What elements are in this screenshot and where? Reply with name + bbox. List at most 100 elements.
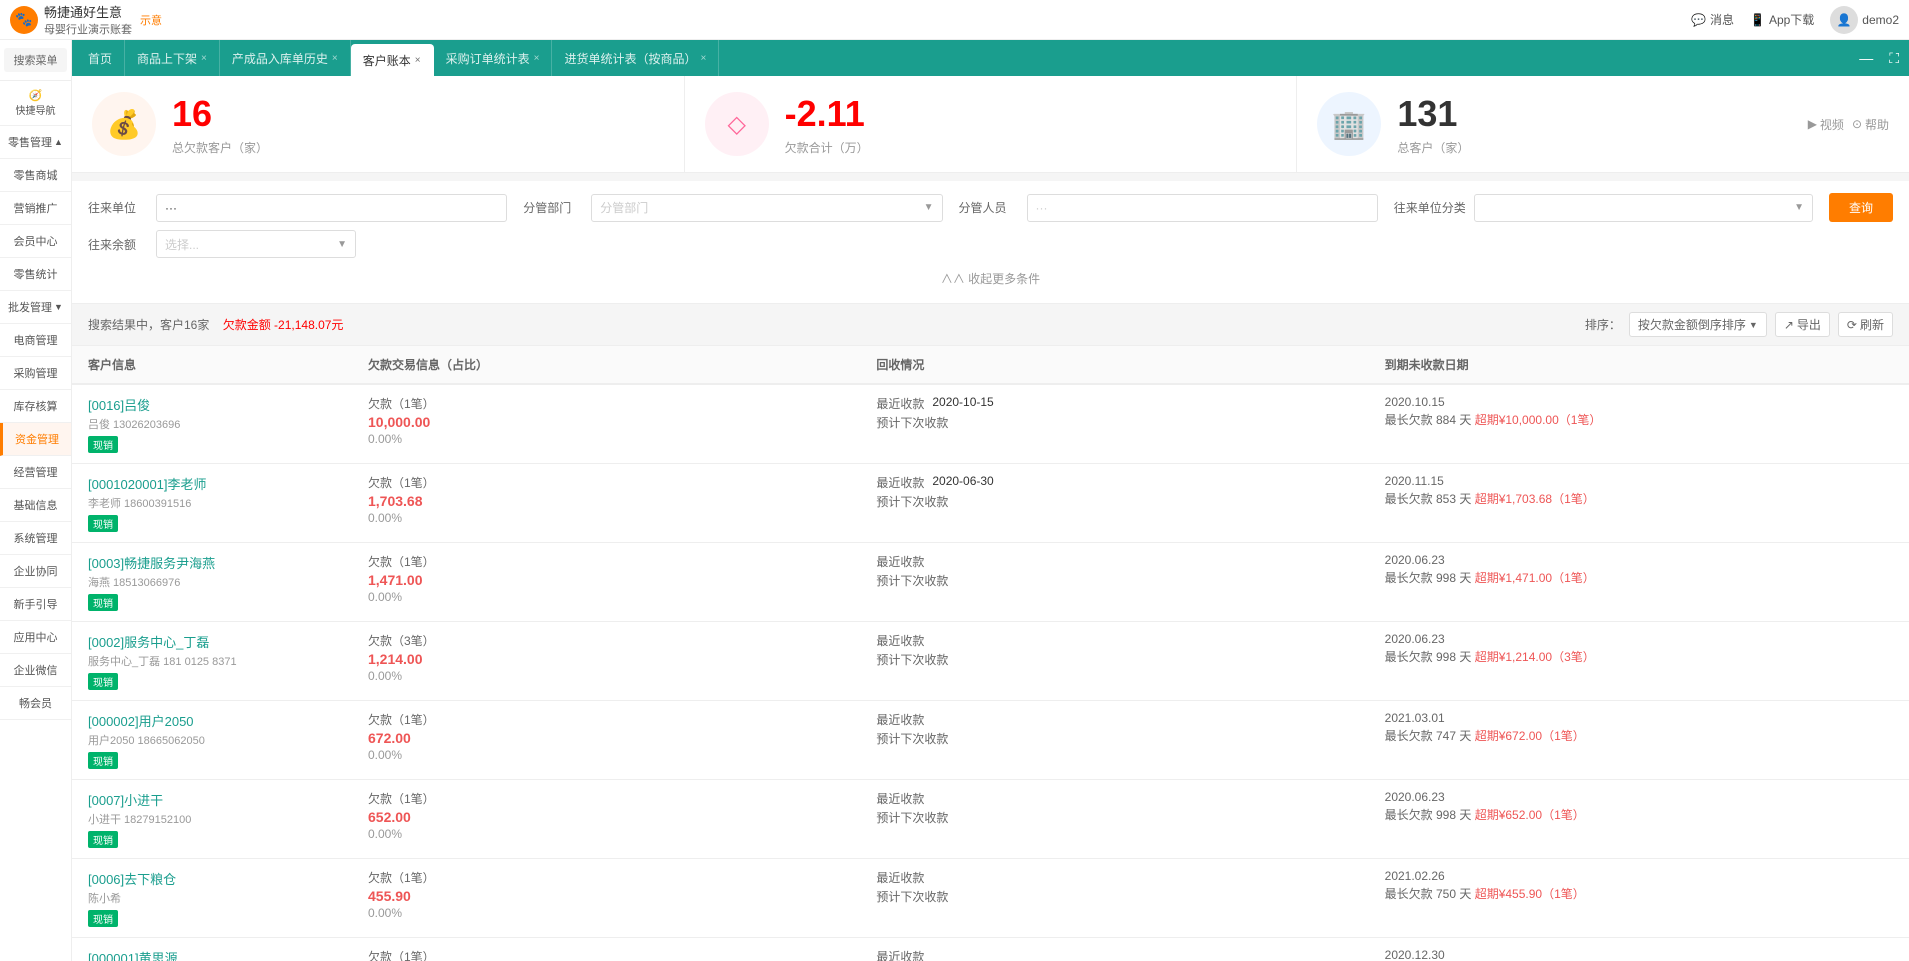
sidebar-item-nav[interactable]: 🧭 快捷导航 — [0, 81, 71, 126]
debt-customers-label: 总欠款客户（家） — [172, 139, 268, 156]
sidebar-item-member[interactable]: 会员中心 — [0, 225, 71, 258]
tab-product-off[interactable]: 商品上下架 × — [125, 40, 220, 76]
customer-info-7: [000001]黄思源 黄思源 13552700226 现销 — [88, 948, 368, 961]
dept-input[interactable]: 分管部门 ▼ — [591, 194, 942, 222]
debt-ratio-0: 0.00% — [368, 432, 876, 446]
results-main-text: 搜索结果中，客户16家 — [88, 318, 209, 332]
customer-name-1[interactable]: [0001020001]李老师 — [88, 477, 207, 492]
overdue-link-4[interactable]: 超期¥672.00（1笔） — [1475, 729, 1585, 743]
sidebar-item-inventory[interactable]: 库存核算 — [0, 390, 71, 423]
sidebar-item-batch-mgmt[interactable]: 批发管理 ▼ — [0, 291, 71, 324]
sidebar-item-marketing[interactable]: 营销推广 — [0, 192, 71, 225]
sidebar-item-newbie[interactable]: 新手引导 — [0, 588, 71, 621]
tab-maximize-btn[interactable]: ⛶ — [1883, 48, 1905, 69]
tab-minimize-btn[interactable]: — — [1853, 48, 1879, 69]
sidebar-item-system[interactable]: 系统管理 — [0, 522, 71, 555]
customer-name-3[interactable]: [0002]服务中心_丁磊 — [88, 635, 209, 650]
overdue-link-2[interactable]: 超期¥1,471.00（1笔） — [1475, 571, 1595, 585]
search-menu-btn[interactable]: 搜索菜单 — [4, 48, 67, 72]
sidebar-item-ecommerce[interactable]: 电商管理 — [0, 324, 71, 357]
query-btn[interactable]: 查询 — [1829, 193, 1893, 222]
tab-product-history[interactable]: 产成品入库单历史 × — [220, 40, 351, 76]
export-btn[interactable]: ↗ 导出 — [1775, 312, 1830, 337]
table-row[interactable]: [0007]小进干 小进干 18279152100 现销 欠款（1笔） 652.… — [72, 780, 1909, 859]
tab-purchase-stats[interactable]: 采购订单统计表 × — [434, 40, 553, 76]
table-row[interactable]: [0006]去下粮仓 陈小希 现销 欠款（1笔） 455.90 0.00% 最近… — [72, 859, 1909, 938]
results-text: 搜索结果中，客户16家 欠款金额 -21,148.07元 — [88, 316, 343, 333]
tab-customer-account[interactable]: 客户账本 × — [351, 44, 434, 76]
debt-ratio-5: 0.00% — [368, 827, 876, 841]
overdue-link-0[interactable]: 超期¥10,000.00（1笔） — [1475, 413, 1602, 427]
debt-count-7: 欠款（1笔） — [368, 948, 876, 961]
overdue-link-5[interactable]: 超期¥652.00（1笔） — [1475, 808, 1585, 822]
overdue-link-1[interactable]: 超期¥1,703.68（1笔） — [1475, 492, 1595, 506]
stat-card-total-customers: 🏢 131 总客户（家） ▶ 视频 ⊙ — [1297, 76, 1909, 172]
refresh-btn[interactable]: ⟳ 刷新 — [1838, 312, 1893, 337]
filter-dept: 分管部门 分管部门 ▼ — [523, 194, 942, 222]
tab-home[interactable]: 首页 — [76, 40, 125, 76]
app-download-btn[interactable]: 📱 App下载 — [1750, 11, 1814, 28]
tab-purchase-stats-close[interactable]: × — [534, 53, 540, 64]
debt-customers-icon: 💰 — [92, 92, 156, 156]
collapse-btn[interactable]: ∧∧ 收起更多条件 — [941, 270, 1040, 287]
sidebar-item-business[interactable]: 经营管理 — [0, 456, 71, 489]
tab-product-off-close[interactable]: × — [201, 53, 207, 64]
unit-category-input[interactable]: ▼ — [1474, 194, 1813, 222]
table-row[interactable]: [000001]黄思源 黄思源 13552700226 现销 欠款（1笔） 42… — [72, 938, 1909, 961]
overdue-info-3: 2020.06.23 最长欠款 998 天 超期¥1,214.00（3笔） — [1385, 632, 1893, 665]
help-label: 帮助 — [1865, 116, 1889, 133]
tab-customer-account-close[interactable]: × — [415, 55, 421, 66]
overdue-link-3[interactable]: 超期¥1,214.00（3笔） — [1475, 650, 1595, 664]
debt-info-5: 欠款（1笔） 652.00 0.00% — [368, 790, 876, 841]
balance-arrow: ▼ — [337, 239, 347, 250]
unit-category-arrow: ▼ — [1794, 202, 1804, 213]
sidebar-item-retail-mgmt[interactable]: 零售管理 ▲ — [0, 126, 71, 159]
debt-amount-info: -2.11 欠款合计（万） — [785, 93, 869, 156]
payback-info-5: 最近收款 预计下次收款 — [876, 790, 1384, 828]
export-label: 导出 — [1797, 316, 1821, 333]
overdue-detail-5: 最长欠款 998 天 超期¥652.00（1笔） — [1385, 806, 1893, 823]
customer-name-6[interactable]: [0006]去下粮仓 — [88, 872, 176, 887]
payback-info-1: 最近收款 2020-06-30 预计下次收款 — [876, 474, 1384, 512]
video-btn[interactable]: ▶ 视频 — [1808, 116, 1844, 133]
layout: 搜索菜单 🧭 快捷导航 零售管理 ▲ 零售商城 营销推广 会员中心 零售统计 批… — [0, 40, 1909, 961]
tab-product-history-close[interactable]: × — [332, 53, 338, 64]
balance-input[interactable]: 选择... ▼ — [156, 230, 356, 258]
table-row[interactable]: [0001020001]李老师 李老师 18600391516 现销 欠款（1笔… — [72, 464, 1909, 543]
message-btn[interactable]: 💬 消息 — [1691, 11, 1734, 28]
overdue-link-6[interactable]: 超期¥455.90（1笔） — [1475, 887, 1585, 901]
tab-inbound-stats[interactable]: 进货单统计表（按商品） × — [552, 40, 719, 76]
sidebar-search[interactable]: 搜索菜单 — [0, 40, 71, 81]
debt-info-0: 欠款（1笔） 10,000.00 0.00% — [368, 395, 876, 446]
source-unit-input[interactable]: ··· — [156, 194, 507, 222]
manager-input[interactable]: ··· — [1027, 194, 1378, 222]
sidebar-item-purchase[interactable]: 采购管理 — [0, 357, 71, 390]
overdue-days-3: 最长欠款 998 天 — [1385, 650, 1472, 664]
user-btn[interactable]: 👤 demo2 — [1830, 6, 1899, 34]
customer-name-0[interactable]: [0016]吕俊 — [88, 398, 150, 413]
table-row[interactable]: [000002]用户2050 用户2050 18665062050 现销 欠款（… — [72, 701, 1909, 780]
tab-inbound-stats-close[interactable]: × — [700, 53, 706, 64]
filter-row-2: 往来余额 选择... ▼ — [88, 230, 1893, 258]
sort-select[interactable]: 按欠款金额倒序排序 ▼ — [1629, 312, 1767, 337]
sidebar-item-weixin[interactable]: 企业微信 — [0, 654, 71, 687]
help-btn[interactable]: ⊙ 帮助 — [1852, 116, 1889, 133]
sidebar-item-basic[interactable]: 基础信息 — [0, 489, 71, 522]
expand-menu[interactable]: 示意 — [140, 12, 162, 28]
table-row[interactable]: [0002]服务中心_丁磊 服务中心_丁磊 181 0125 8371 现销 欠… — [72, 622, 1909, 701]
sidebar-item-enterprise[interactable]: 企业协同 — [0, 555, 71, 588]
app-download-label: App下载 — [1769, 11, 1814, 28]
next-payment-label-1: 预计下次收款 — [876, 493, 948, 510]
customer-name-4[interactable]: [000002]用户2050 — [88, 714, 194, 729]
customer-name-7[interactable]: [000001]黄思源 — [88, 951, 178, 961]
table-row[interactable]: [0016]吕俊 吕俊 13026203696 现销 欠款（1笔） 10,000… — [72, 385, 1909, 464]
sidebar-item-vip[interactable]: 畅会员 — [0, 687, 71, 720]
sidebar-item-finance[interactable]: 资金管理 — [0, 423, 71, 456]
customer-name-5[interactable]: [0007]小进干 — [88, 793, 163, 808]
customer-name-2[interactable]: [0003]畅捷服务尹海燕 — [88, 556, 215, 571]
table-row[interactable]: [0003]畅捷服务尹海燕 海燕 18513066976 现销 欠款（1笔） 1… — [72, 543, 1909, 622]
overdue-days-4: 最长欠款 747 天 — [1385, 729, 1472, 743]
sidebar-item-appstore[interactable]: 应用中心 — [0, 621, 71, 654]
sidebar-item-retail-stats[interactable]: 零售统计 — [0, 258, 71, 291]
sidebar-item-retail-mall[interactable]: 零售商城 — [0, 159, 71, 192]
